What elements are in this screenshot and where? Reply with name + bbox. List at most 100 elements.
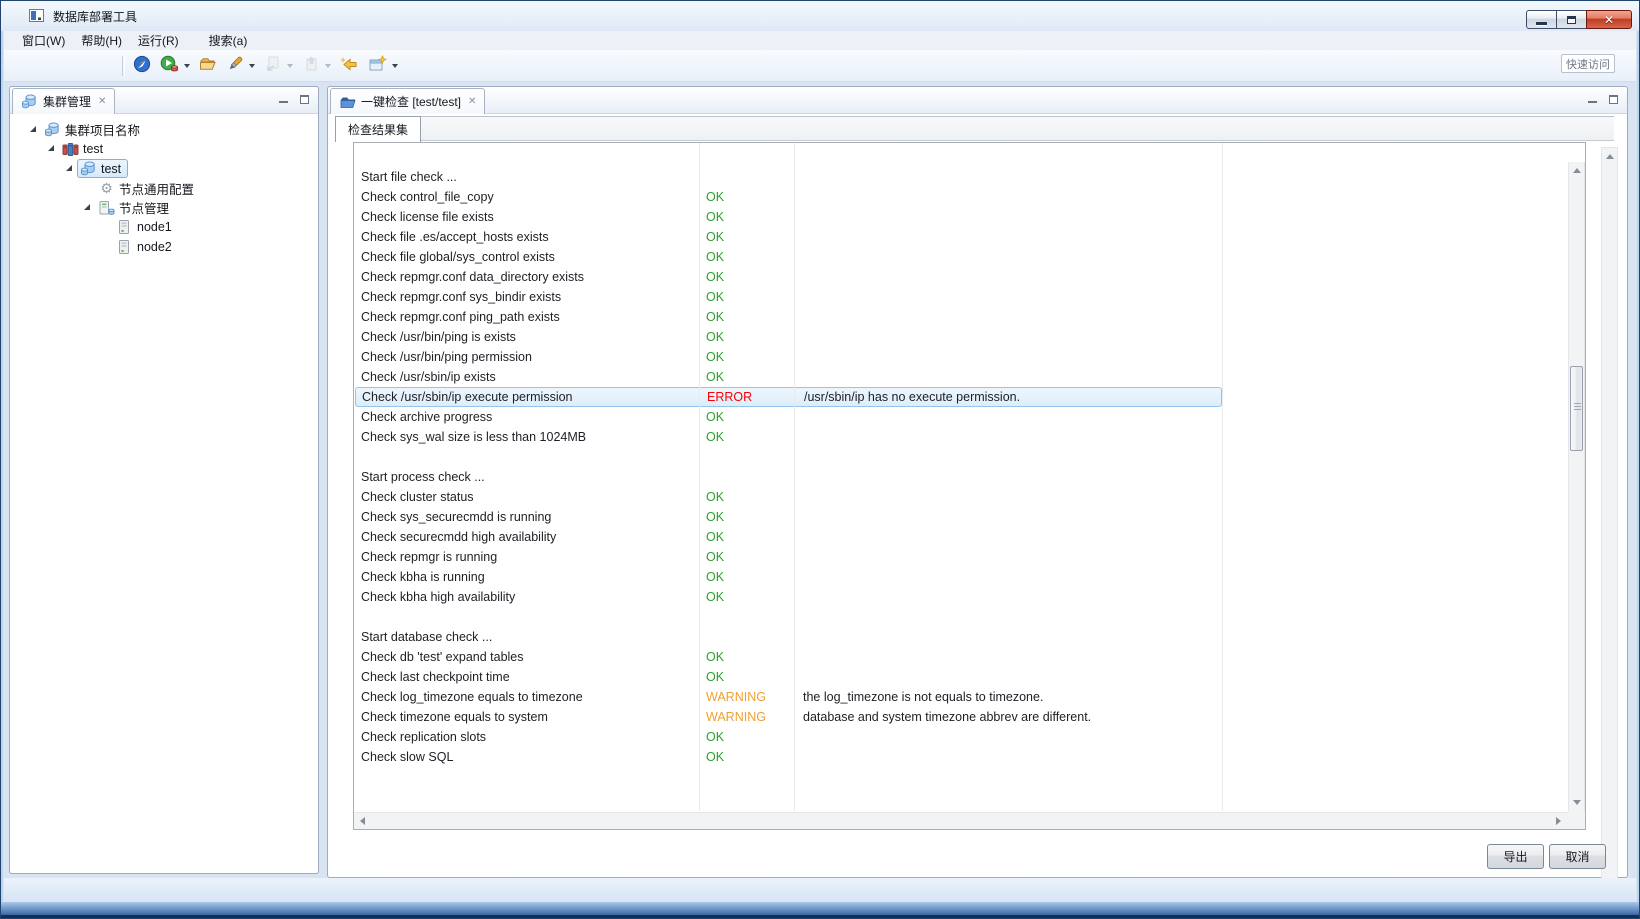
- result-row[interactable]: Check /usr/sbin/ip exists OK: [355, 367, 1222, 387]
- back-arrow-button[interactable]: [337, 53, 362, 79]
- editor-minimize-icon[interactable]: [1588, 95, 1598, 104]
- check-status: OK: [706, 550, 725, 564]
- menu-item-run[interactable]: 运行(R): [130, 31, 187, 50]
- result-row[interactable]: Check last checkpoint time OK: [355, 667, 1222, 687]
- result-row[interactable]: Check file .es/accept_hosts exists OK: [355, 227, 1222, 247]
- quick-access-box[interactable]: 快速访问: [1561, 54, 1615, 73]
- window-minimize-button[interactable]: [1526, 10, 1557, 29]
- scroll-right-arrow-icon[interactable]: [1551, 813, 1566, 828]
- check-message: database and system timezone abbrev are …: [803, 710, 1092, 724]
- tree-item-test[interactable]: test: [11, 140, 317, 160]
- tab-label: 一键检查 [test/test]: [361, 95, 462, 109]
- database-icon: [21, 94, 38, 110]
- result-row[interactable]: Check license file exists OK: [355, 207, 1222, 227]
- result-row[interactable]: Start database check ...: [355, 627, 1222, 647]
- form-vertical-scrollbar[interactable]: [1601, 147, 1618, 895]
- window-restore-button[interactable]: [1556, 10, 1587, 29]
- run-database-button[interactable]: [157, 53, 193, 80]
- check-name: Check file global/sys_control exists: [361, 250, 555, 264]
- tab-cluster-management[interactable]: 集群管理 ✕: [12, 88, 116, 114]
- result-row[interactable]: Check sys_securecmdd is running OK: [355, 507, 1222, 527]
- toolbar-grip[interactable]: [122, 56, 125, 76]
- view-minimize-icon[interactable]: [279, 95, 289, 104]
- result-row[interactable]: Check /usr/sbin/ip execute permission ERR…: [355, 387, 1222, 407]
- check-status: OK: [706, 430, 725, 444]
- cancel-button[interactable]: 取消: [1549, 844, 1606, 869]
- dropdown-arrow-icon[interactable]: [184, 64, 190, 68]
- table-vertical-scrollbar[interactable]: [1568, 162, 1585, 811]
- tab-one-key-check[interactable]: 一键检查 [test/test] ✕: [330, 88, 486, 114]
- result-row[interactable]: Check repmgr.conf data_directory exists O…: [355, 267, 1222, 287]
- scroll-up-arrow-icon[interactable]: [1602, 149, 1617, 164]
- scroll-down-arrow-icon[interactable]: [1569, 795, 1584, 810]
- result-row[interactable]: Check timezone equals to system WARNING da…: [355, 707, 1222, 727]
- check-name: Check repmgr.conf ping_path exists: [361, 310, 560, 324]
- tab-close-icon[interactable]: ✕: [98, 96, 106, 107]
- menu-item-window[interactable]: 窗口(W): [14, 31, 73, 50]
- result-row[interactable]: Check sys_wal size is less than 1024MB OK: [355, 427, 1222, 447]
- dropdown-arrow-icon[interactable]: [325, 64, 331, 68]
- check-name: Check file .es/accept_hosts exists: [361, 230, 549, 244]
- result-row[interactable]: Check kbha is running OK: [355, 567, 1222, 587]
- check-name: Check /usr/bin/ping permission: [361, 350, 532, 364]
- tree-item-test[interactable]: test: [11, 159, 317, 179]
- tree-item-节点通用配置[interactable]: ⚙ 节点通用配置: [11, 179, 317, 199]
- tree-item-node2[interactable]: node2: [11, 237, 317, 257]
- expand-arrow-icon[interactable]: [29, 125, 41, 135]
- result-row[interactable]: Start file check ...: [355, 167, 1222, 187]
- expand-arrow-icon[interactable]: [47, 144, 59, 154]
- dropdown-arrow-icon[interactable]: [392, 64, 398, 68]
- export-button[interactable]: 导出: [1487, 844, 1544, 869]
- scrollbar-thumb[interactable]: [1570, 366, 1583, 451]
- menu-item-search[interactable]: 搜索(a): [201, 31, 256, 50]
- result-row[interactable]: Check /usr/bin/ping permission OK: [355, 347, 1222, 367]
- expand-arrow-icon[interactable]: [65, 164, 77, 174]
- table-horizontal-scrollbar[interactable]: [354, 812, 1567, 829]
- scroll-up-arrow-icon[interactable]: [1569, 163, 1584, 178]
- tab-close-icon[interactable]: ✕: [468, 96, 476, 107]
- expand-arrow-icon[interactable]: [83, 203, 95, 213]
- editor-maximize-icon[interactable]: [1609, 95, 1618, 104]
- result-row[interactable]: Check cluster status OK: [355, 487, 1222, 507]
- result-row[interactable]: Check repmgr.conf ping_path exists OK: [355, 307, 1222, 327]
- compass-button[interactable]: [130, 53, 154, 80]
- import-changes-icon: [264, 55, 282, 78]
- serverdb-icon: [98, 200, 115, 216]
- check-name: Check repmgr.conf sys_bindir exists: [361, 290, 562, 304]
- result-row[interactable]: Check repmgr.conf sys_bindir exists OK: [355, 287, 1222, 307]
- tree-item-node1[interactable]: node1: [11, 218, 317, 238]
- result-row[interactable]: Start process check ...: [355, 467, 1222, 487]
- check-status: OK: [706, 590, 725, 604]
- result-row[interactable]: Check kbha high availability OK: [355, 587, 1222, 607]
- check-status: OK: [706, 670, 725, 684]
- window-close-button[interactable]: ✕: [1586, 10, 1632, 29]
- check-name: Check archive progress: [361, 410, 493, 424]
- tree-item-节点管理[interactable]: 节点管理: [11, 198, 317, 218]
- result-row[interactable]: Check slow SQL OK: [355, 747, 1222, 767]
- result-row[interactable]: Check file global/sys_control exists OK: [355, 247, 1222, 267]
- result-row[interactable]: Check control_file_copy OK: [355, 187, 1222, 207]
- brush-button[interactable]: [223, 53, 258, 80]
- result-row[interactable]: Check /usr/bin/ping is exists OK: [355, 327, 1222, 347]
- result-row[interactable]: Check repmgr is running OK: [355, 547, 1222, 567]
- view-maximize-icon[interactable]: [300, 95, 309, 104]
- result-row[interactable]: Check securecmdd high availability OK: [355, 527, 1222, 547]
- tree-item-label: 集群项目名称: [65, 124, 141, 139]
- dropdown-arrow-icon[interactable]: [249, 64, 255, 68]
- check-name: Check sys_securecmdd is running: [361, 510, 552, 524]
- check-status: OK: [706, 750, 725, 764]
- scroll-left-arrow-icon[interactable]: [355, 813, 370, 828]
- tree-item-label: 节点通用配置: [119, 182, 195, 197]
- new-wizard-button[interactable]: [365, 53, 401, 80]
- open-folder-button[interactable]: [196, 54, 220, 79]
- menu-item-help[interactable]: 帮助(H): [73, 31, 130, 50]
- result-row[interactable]: Check replication slots OK: [355, 727, 1222, 747]
- result-row[interactable]: Check log_timezone equals to timezone WAR…: [355, 687, 1222, 707]
- check-name: Start file check ...: [361, 170, 457, 184]
- tree-item-集群项目名称[interactable]: 集群项目名称: [11, 120, 317, 140]
- tab-check-result-set[interactable]: 检查结果集: [335, 116, 422, 142]
- dropdown-arrow-icon[interactable]: [287, 64, 293, 68]
- result-row[interactable]: Check archive progress OK: [355, 407, 1222, 427]
- new-wizard-icon: [368, 54, 387, 78]
- result-row[interactable]: Check db 'test' expand tables OK: [355, 647, 1222, 667]
